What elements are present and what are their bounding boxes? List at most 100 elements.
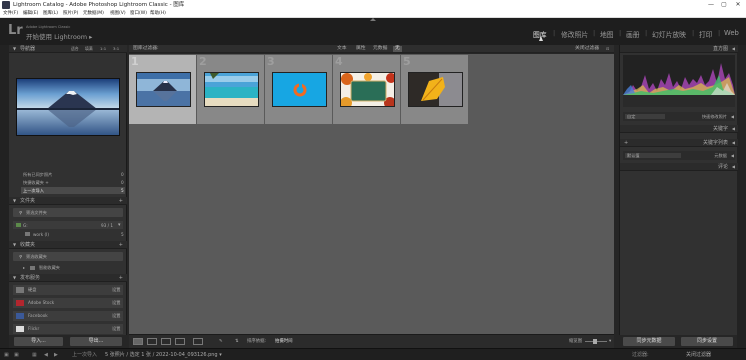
folders-header[interactable]: ▼ 文件夹 + [9,197,127,205]
catalog-item-quick-collection[interactable]: 快捷收藏夹 + [23,180,49,186]
drive-status-icon [16,223,21,227]
menu-help[interactable]: 帮助(H) [150,10,166,18]
zoom-1-1[interactable]: 1:1 [100,45,106,53]
filter-text[interactable]: 文本 [337,45,347,53]
sync-metadata-button[interactable]: 同步元数据 [623,337,675,346]
filter-metadata[interactable]: 元数据 [373,45,387,53]
module-map[interactable]: 地图 [600,29,614,39]
chevron-down-icon[interactable]: ▾ [118,222,121,228]
loupe-view-icon[interactable] [147,338,157,345]
zoom-3-1[interactable]: 3:1 [113,45,119,53]
right-panel-edge[interactable] [737,45,746,348]
smart-collections[interactable]: 智能收藏夹 [39,265,60,271]
publish-setup-link[interactable]: 设置 [112,287,120,293]
comments-header[interactable]: 评论 ◀ [620,163,738,171]
publish-setup-link[interactable]: 设置 [112,300,120,306]
survey-view-icon[interactable] [175,338,185,345]
add-publish-icon[interactable]: + [119,274,123,282]
minimize-icon[interactable]: — [706,0,716,10]
publish-header[interactable]: ▼ 发布服务 + [9,274,127,282]
zoom-fit[interactable]: 适合 [71,45,79,53]
disclosure-triangle-icon[interactable]: ◀ [731,153,734,158]
module-slideshow[interactable]: 幻灯片放映 [652,29,686,39]
filmstrip-source[interactable]: 上一次导入 [72,349,97,360]
import-button[interactable]: 导入... [14,337,63,346]
toolbar-menu-icon[interactable]: ▾ [609,335,611,349]
sort-direction-icon[interactable]: ⇅ [235,335,239,349]
thumbnail[interactable] [340,72,395,107]
catalog-item-count: 0 [121,180,124,185]
thumbnail[interactable] [408,72,463,107]
close-icon[interactable]: ✕ [733,0,743,10]
module-book[interactable]: 画册 [626,29,640,39]
menu-view[interactable]: 视图(V) [110,10,126,18]
module-print[interactable]: 打印 [699,29,713,39]
disclosure-triangle-icon: ▼ [13,198,17,203]
identity-plate: Lr Adobe Lightroom Classic 开始使用 Lightroo… [0,18,746,45]
grid-view-icon[interactable] [133,338,143,345]
publish-setup-link[interactable]: 设置 [112,326,120,332]
disclosure-triangle-icon: ▼ [13,242,17,247]
identity-user[interactable]: 开始使用 Lightroom ▸ [26,31,92,41]
filter-none[interactable]: 无 [395,45,400,53]
menu-file[interactable]: 文件(F) [3,10,18,18]
monitor-2-icon[interactable]: ▣ [14,349,19,360]
slider-handle[interactable] [593,339,597,344]
keywording-header[interactable]: 关键字 ◀ [620,125,738,133]
collapse-top-panel-icon[interactable] [370,18,376,21]
monitor-1-icon[interactable]: ▣ [4,349,9,360]
folder-icon [25,232,30,236]
cell-index: 1 [131,55,139,68]
disclosure-triangle-icon[interactable]: ▸ [23,265,25,270]
menu-window[interactable]: 窗口(W) [130,10,147,18]
thumbnail[interactable] [136,72,191,107]
navigator-header[interactable]: ▼ 导航器 适合 填满 1:1 3:1 [9,45,127,53]
collections-header[interactable]: ▼ 收藏夹 + [9,241,127,249]
export-button[interactable]: 导出... [70,337,122,346]
keyword-list-header[interactable]: + 关键字列表 ◀ [620,139,738,147]
sync-settings-button[interactable]: 同步设置 [681,337,733,346]
forward-arrow-icon[interactable]: ▶ [54,349,58,360]
filter-preset[interactable]: 关闭过滤器 [575,45,599,53]
add-folder-icon[interactable]: + [119,197,123,205]
grid-cell[interactable]: 2 [197,55,264,124]
module-web[interactable]: Web [724,29,739,37]
histogram-header[interactable]: 直方图 ◀ [620,45,738,53]
menu-photo[interactable]: 照片(P) [63,10,78,18]
menu-metadata[interactable]: 元数据(M) [83,10,104,18]
module-develop[interactable]: 修改照片 [561,29,588,39]
add-keyword-icon[interactable]: + [624,139,628,147]
grid-cell[interactable]: 1 [129,55,196,124]
zoom-fill[interactable]: 填满 [85,45,93,53]
filter-value[interactable]: 关闭过滤器 [686,349,711,360]
people-view-icon[interactable] [193,338,203,345]
grid-cell[interactable]: 3 [265,55,332,124]
disclosure-triangle-icon[interactable]: ◀ [731,114,734,119]
left-panel-edge[interactable] [0,45,9,348]
grid-cell[interactable]: 5 [401,55,468,124]
folder-work[interactable]: work (I) [33,232,49,237]
lightroom-app-icon [2,1,10,9]
grid-cell[interactable]: 4 [333,55,400,124]
painter-icon[interactable]: ✎ [219,335,223,349]
thumbnail[interactable] [204,72,259,107]
add-collection-icon[interactable]: + [119,241,123,249]
keyword-list-title: 关键字列表 [702,140,728,146]
menu-edit[interactable]: 编辑(E) [23,10,38,18]
compare-view-icon[interactable] [161,338,171,345]
collections-filter-label: 筛选收藏夹 [26,254,47,259]
lock-icon[interactable]: ⊡ [606,45,609,53]
navigator-preview[interactable] [16,78,120,136]
catalog-item-synced[interactable]: 所有已同步照片 [23,172,52,178]
grid-small-icon[interactable]: ▦ [32,349,37,360]
catalog-item-last-import[interactable]: 上一次导入 [23,188,44,194]
back-arrow-icon[interactable]: ◀ [44,349,48,360]
cell-index: 5 [403,55,411,68]
menu-library[interactable]: 图库(L) [43,10,58,18]
publish-setup-link[interactable]: 设置 [112,313,120,319]
thumbnail[interactable] [272,72,327,107]
filter-attribute[interactable]: 属性 [356,45,366,53]
filmstrip-info[interactable]: 5 张照片 / 选定 1 张 / 2022-10-04_093126.png ▾ [105,349,222,360]
sort-select[interactable]: 拍摄时间 [275,335,293,349]
maximize-icon[interactable]: ▢ [719,0,729,10]
